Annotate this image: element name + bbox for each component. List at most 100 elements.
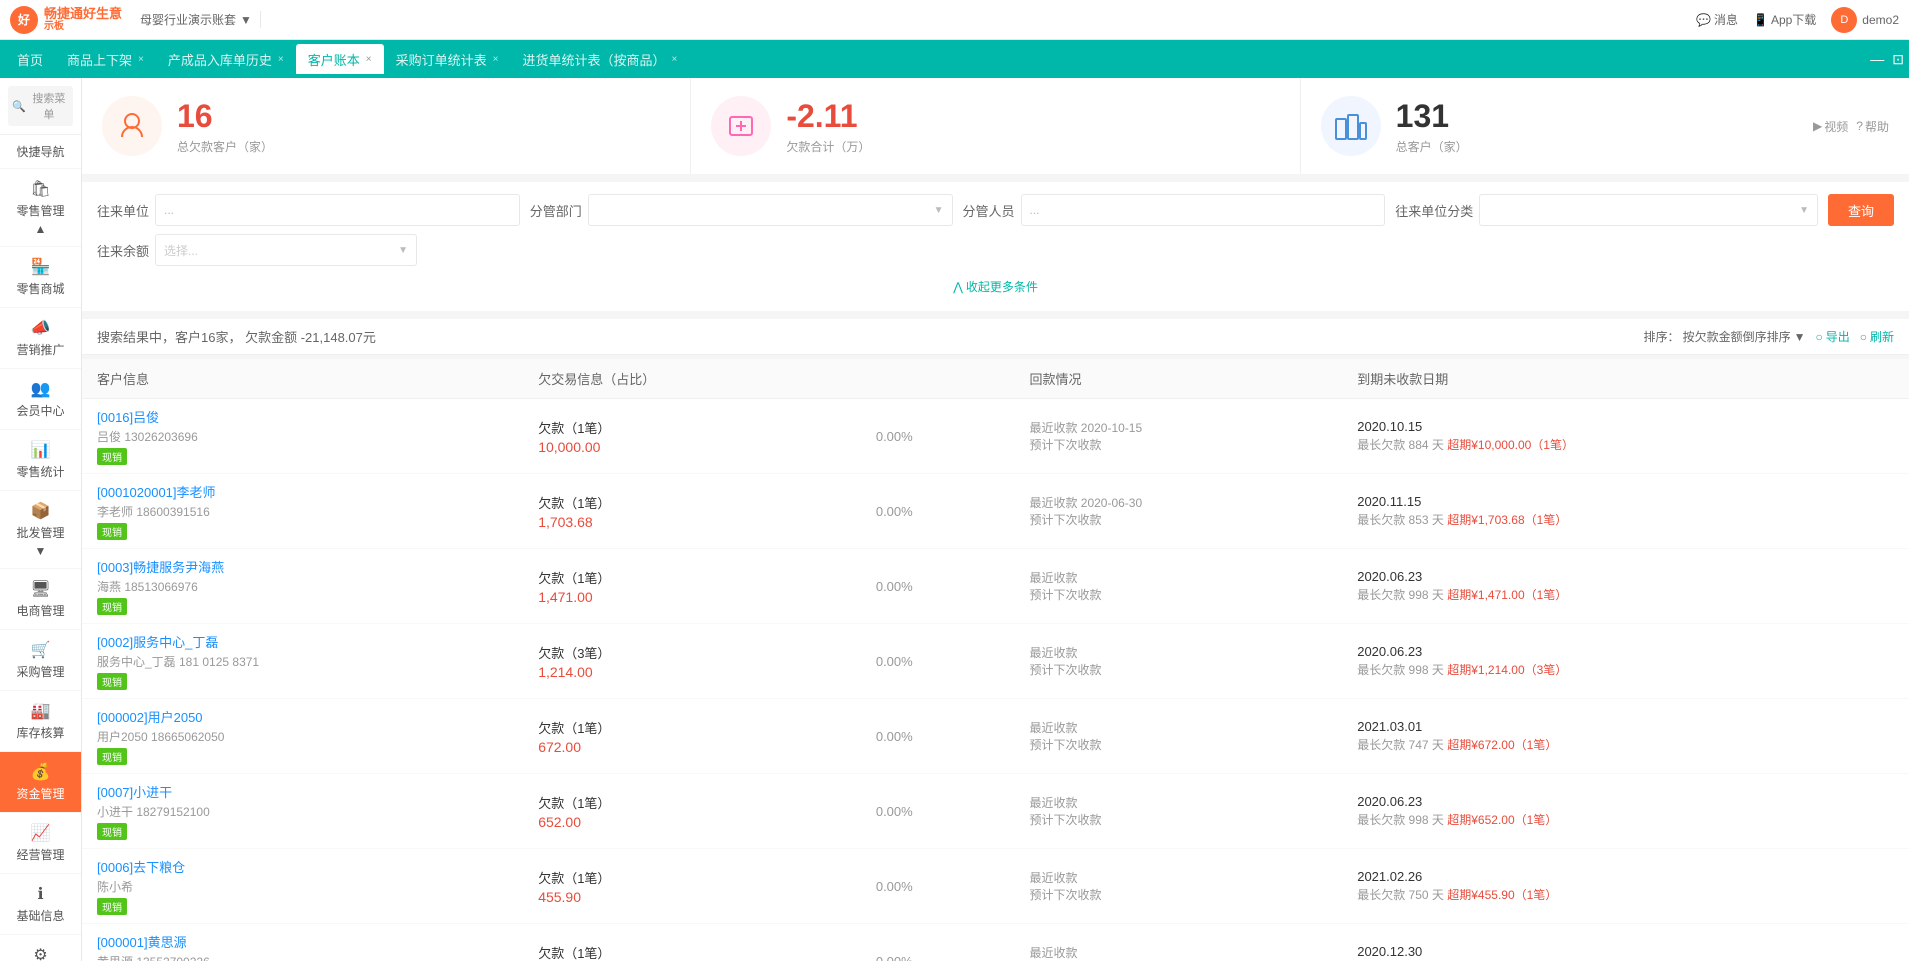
dept-select[interactable]: ▼	[588, 194, 953, 226]
cell-percent-4: 0.00%	[861, 699, 1015, 774]
sidebar-search-btn[interactable]: 🔍 搜索菜单	[8, 86, 73, 126]
tab-products[interactable]: 商品上下架 ×	[55, 44, 156, 74]
balance-select[interactable]: 选择... ▼	[155, 234, 417, 266]
sidebar-item-marketing[interactable]: 📣 营销推广	[0, 308, 81, 369]
cell-debt-3: 欠款（3笔） 1,214.00	[523, 624, 861, 699]
message-btn[interactable]: 💬 消息	[1696, 11, 1738, 28]
sidebar-item-batch[interactable]: 📦 批发管理 ▼	[0, 491, 81, 569]
debt-count-4: 欠款（1笔）	[538, 718, 846, 737]
table-row: [0003]畅捷服务尹海燕 海燕 18513066976 现销 欠款（1笔） 1…	[82, 549, 1909, 624]
debt-customers-label: 总欠款客户（家）	[177, 138, 273, 155]
nav-tabs-actions: — ⊡	[1870, 51, 1904, 68]
quick-nav-item[interactable]: 快捷导航	[0, 135, 81, 169]
customer-contact-3: 服务中心_丁磊 181 0125 8371	[97, 653, 508, 670]
nav-maximize-icon[interactable]: ⊡	[1892, 51, 1904, 68]
customer-name-link-3[interactable]: [0002]服务中心_丁磊	[97, 632, 508, 651]
refresh-button[interactable]: ○ 刷新	[1860, 328, 1894, 345]
tab-purchase-order[interactable]: 采购订单统计表 ×	[384, 44, 511, 74]
tab-customer-account-label: 客户账本	[308, 50, 360, 69]
overdue-days-5: 最长欠款 998 天 超期¥652.00（1笔）	[1357, 811, 1894, 828]
customer-contact-4: 用户2050 18665062050	[97, 728, 508, 745]
tab-customer-account-close[interactable]: ×	[366, 54, 372, 65]
overdue-amount-2[interactable]: 超期¥1,471.00（1笔）	[1447, 588, 1567, 602]
customer-name-link-4[interactable]: [000002]用户2050	[97, 707, 508, 726]
customer-name-link-1[interactable]: [0001020001]李老师	[97, 482, 508, 501]
export-button[interactable]: ○ 导出	[1815, 328, 1849, 345]
tab-inventory-stats[interactable]: 进货单统计表（按商品） ×	[510, 44, 689, 74]
sidebar-item-finance[interactable]: 💰 资金管理	[0, 752, 81, 813]
from-unit-input[interactable]: ...	[155, 194, 520, 226]
overdue-days-3: 最长欠款 998 天 超期¥1,214.00（3笔）	[1357, 661, 1894, 678]
unit-class-label: 往来单位分类	[1395, 201, 1473, 220]
overdue-amount-5[interactable]: 超期¥652.00（1笔）	[1447, 813, 1557, 827]
unit-class-arrow-icon: ▼	[1799, 205, 1809, 216]
overdue-amount-1[interactable]: 超期¥1,703.68（1笔）	[1447, 513, 1567, 527]
customer-contact-0: 吕俊 13026203696	[97, 428, 508, 445]
filter-person: 分管人员 ...	[963, 194, 1386, 226]
tab-products-label: 商品上下架	[67, 50, 132, 69]
overdue-amount-4[interactable]: 超期¥672.00（1笔）	[1447, 738, 1557, 752]
sidebar-item-retail-manage[interactable]: 🛍 零售管理 ▲	[0, 169, 81, 247]
cell-collection-2: 最近收款 预计下次收款	[1014, 549, 1342, 624]
stat-total-customers-info: 131 总客户（家）	[1396, 97, 1468, 154]
cell-customer-3: [0002]服务中心_丁磊 服务中心_丁磊 181 0125 8371 现销	[82, 624, 523, 699]
query-button[interactable]: 查询	[1828, 194, 1894, 226]
overdue-amount-3[interactable]: 超期¥1,214.00（3笔）	[1447, 663, 1567, 677]
export-icon: ○	[1815, 330, 1822, 344]
results-info: 搜索结果中，客户16家， 欠款金额 -21,148.07元	[97, 327, 376, 346]
tab-customer-account[interactable]: 客户账本 ×	[296, 44, 384, 74]
tab-home[interactable]: 首页	[5, 44, 55, 74]
debt-amount-number: -2.11	[786, 97, 870, 135]
customer-name-link-6[interactable]: [0006]去下粮仓	[97, 857, 508, 876]
app-download-btn[interactable]: 📱 App下载	[1753, 11, 1816, 28]
sidebar-item-basic-info[interactable]: ℹ 基础信息	[0, 874, 81, 935]
col-due-date: 到期未收款日期	[1342, 359, 1909, 399]
sidebar-item-purchase[interactable]: 🛒 采购管理	[0, 630, 81, 691]
company-selector[interactable]: 母婴行业演示账套 ▼	[132, 11, 261, 28]
col-customer: 客户信息	[82, 359, 523, 399]
customer-name-link-7[interactable]: [000001]黄思源	[97, 932, 508, 951]
sidebar-item-ecommerce[interactable]: 🖥 电商管理	[0, 569, 81, 630]
customer-name-link-5[interactable]: [0007]小进干	[97, 782, 508, 801]
overdue-amount-0[interactable]: 超期¥10,000.00（1笔）	[1447, 438, 1574, 452]
nav-minimize-icon[interactable]: —	[1870, 51, 1884, 68]
debt-percent-1: 0.00%	[876, 504, 913, 519]
sidebar-search: 🔍 搜索菜单	[0, 78, 81, 135]
tab-inventory-stats-close[interactable]: ×	[671, 54, 677, 65]
user-area[interactable]: D demo2	[1831, 7, 1899, 33]
customer-name-link-0[interactable]: [0016]吕俊	[97, 407, 508, 426]
collapse-more-btn[interactable]: ⋀ 收起更多条件	[97, 274, 1894, 299]
sidebar-item-member[interactable]: 👥 会员中心	[0, 369, 81, 430]
help-btn[interactable]: ? 帮助	[1856, 118, 1889, 135]
video-btn[interactable]: ▶ 视频	[1813, 118, 1848, 135]
sidebar-item-retail-mall[interactable]: 🏪 零售商城	[0, 247, 81, 308]
unit-class-select[interactable]: ▼	[1479, 194, 1818, 226]
sidebar-item-inventory[interactable]: 🏭 库存核算	[0, 691, 81, 752]
cell-collection-7: 最近收款 预计下次收款	[1014, 924, 1342, 961]
cell-debt-5: 欠款（1笔） 652.00	[523, 774, 861, 849]
tab-purchase-order-close[interactable]: ×	[493, 54, 499, 65]
customer-name-link-2[interactable]: [0003]畅捷服务尹海燕	[97, 557, 508, 576]
table-row: [000002]用户2050 用户2050 18665062050 现销 欠款（…	[82, 699, 1909, 774]
customer-badge-3: 现销	[97, 673, 127, 690]
tab-products-close[interactable]: ×	[138, 54, 144, 65]
cell-collection-5: 最近收款 预计下次收款	[1014, 774, 1342, 849]
cell-customer-0: [0016]吕俊 吕俊 13026203696 现销	[82, 399, 523, 474]
top-bar-right: 💬 消息 📱 App下载 D demo2	[1696, 7, 1899, 33]
person-input[interactable]: ...	[1021, 194, 1386, 226]
sort-button[interactable]: 排序： 按欠款金额倒序排序 ▼	[1644, 328, 1806, 345]
debt-count-7: 欠款（1笔）	[538, 943, 846, 961]
due-date-0: 2020.10.15	[1357, 419, 1894, 434]
filter-row-1: 往来单位 ... 分管部门 ▼ 分管人员 ...	[97, 194, 1894, 226]
cell-percent-5: 0.00%	[861, 774, 1015, 849]
overdue-amount-6[interactable]: 超期¥455.90（1笔）	[1447, 888, 1557, 902]
sidebar-item-operation[interactable]: 📈 经营管理	[0, 813, 81, 874]
tab-production[interactable]: 产成品入库单历史 ×	[156, 44, 296, 74]
search-icon: 🔍	[12, 100, 26, 113]
retail-mall-icon: 🏪	[31, 257, 51, 277]
sidebar-item-retail-stats[interactable]: 📊 零售统计	[0, 430, 81, 491]
sidebar-item-system[interactable]: ⚙ 系统管理	[0, 935, 81, 961]
cell-customer-2: [0003]畅捷服务尹海燕 海燕 18513066976 现销	[82, 549, 523, 624]
filter-area: 往来单位 ... 分管部门 ▼ 分管人员 ...	[82, 182, 1909, 311]
tab-production-close[interactable]: ×	[278, 54, 284, 65]
